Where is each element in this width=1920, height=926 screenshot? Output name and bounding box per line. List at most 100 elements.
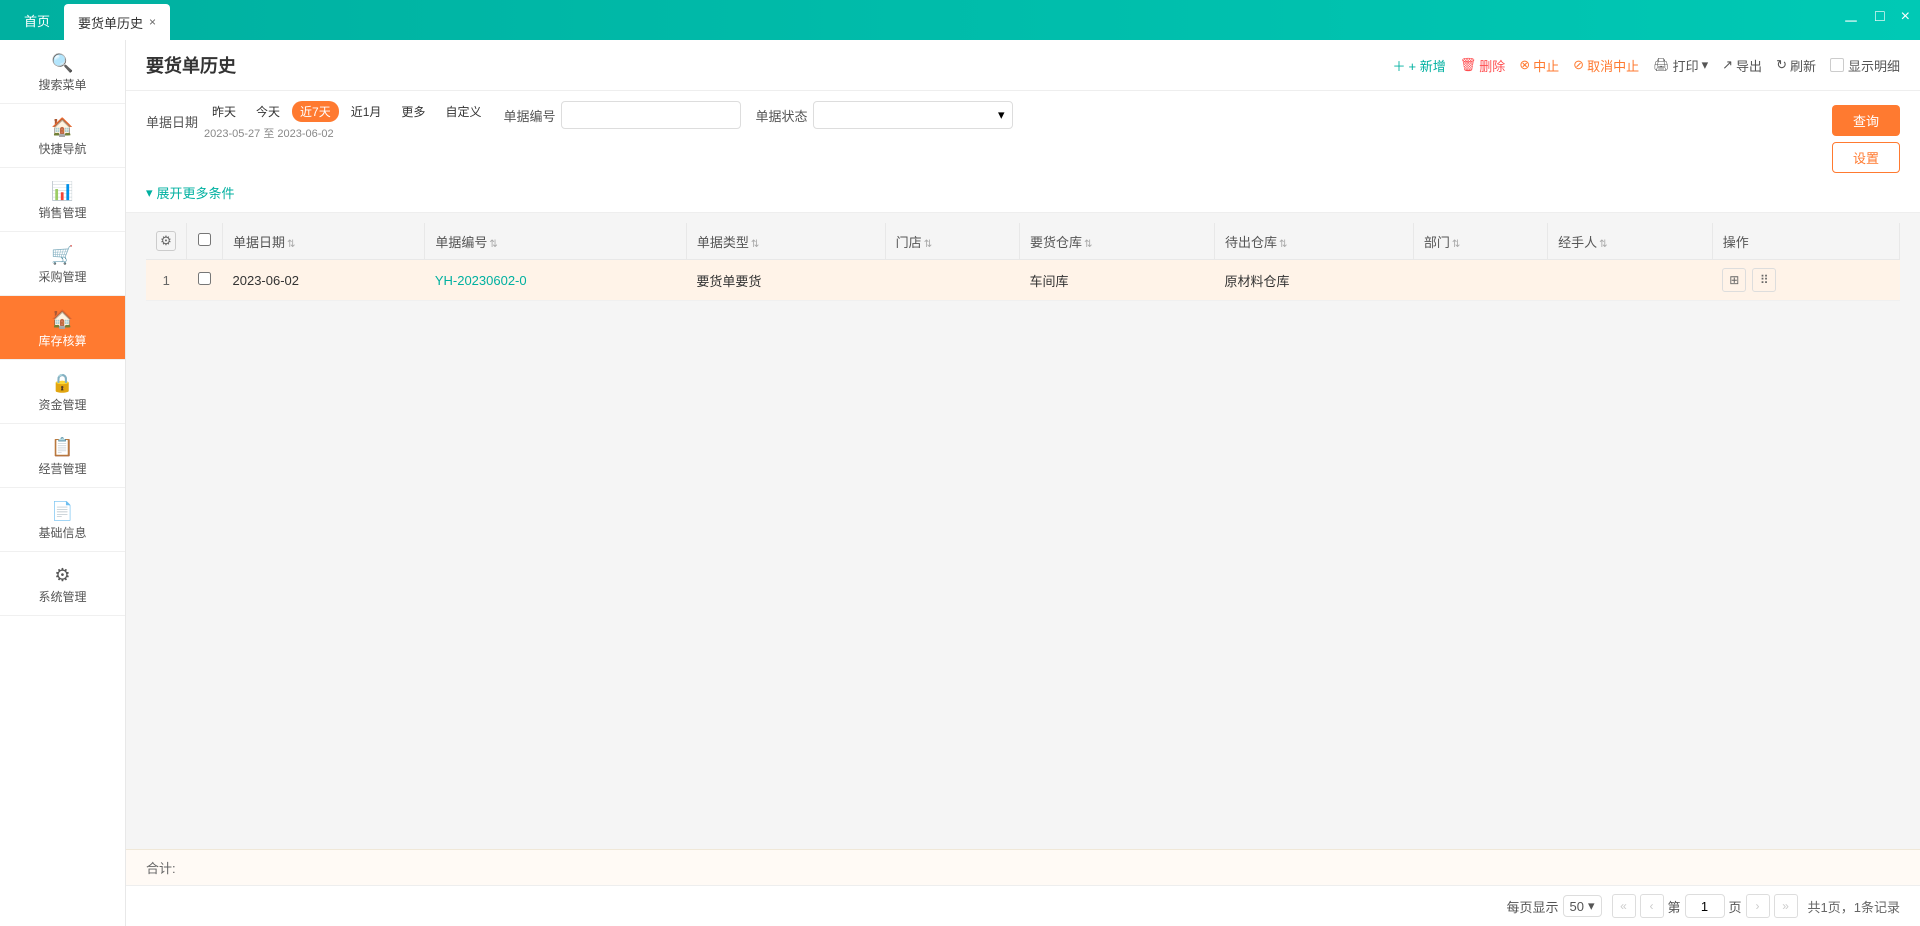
purchase-icon: 🛒 [51, 246, 73, 264]
print-icon: 🖨 [1653, 57, 1670, 73]
sidebar-item-label: 销售管理 [38, 204, 86, 221]
prev-page-button[interactable]: ‹ [1640, 894, 1664, 918]
sales-icon: 📊 [51, 182, 73, 200]
sidebar-item-finance[interactable]: 🔒 资金管理 [0, 360, 125, 424]
sidebar-item-label: 快捷导航 [38, 140, 86, 157]
maximize-button[interactable]: □ [1875, 8, 1885, 32]
tab-requisition-history[interactable]: 要货单历史 × [64, 4, 170, 40]
pill-yesterday[interactable]: 昨天 [204, 101, 244, 122]
status-select[interactable]: ▾ [813, 101, 1013, 129]
next-page-button[interactable]: › [1746, 894, 1770, 918]
page-title: 要货单历史 [146, 52, 236, 78]
minimize-button[interactable]: － [1843, 8, 1859, 32]
sidebar-item-label: 基础信息 [38, 524, 86, 541]
bill-number-link[interactable]: YH-20230602-0 [435, 273, 527, 288]
page-title-row: 要货单历史 ＋ + 新增 🗑 删除 ⊗ 中止 ⊘ [146, 52, 1900, 78]
sidebar-item-basic-info[interactable]: 📄 基础信息 [0, 488, 125, 552]
req-warehouse-col-header[interactable]: 要货仓库⇅ [1019, 223, 1214, 260]
refresh-button[interactable]: ↻ 刷新 [1776, 56, 1816, 75]
per-page-label: 每页显示 [1506, 897, 1558, 916]
page-size-select: 每页显示 50 ▾ [1506, 895, 1601, 917]
system-icon: ⚙ [54, 566, 70, 584]
filter-area: 单据日期 昨天 今天 近7天 近1月 更多 自定义 2023-05-27 至 2… [126, 91, 1920, 213]
sidebar-item-purchase[interactable]: 🛒 采购管理 [0, 232, 125, 296]
sidebar-item-inventory[interactable]: 🏠 库存核算 [0, 296, 125, 360]
pending-warehouse-col-header[interactable]: 待出仓库⇅ [1215, 223, 1414, 260]
print-button[interactable]: 🖨 打印 ▾ [1653, 56, 1708, 75]
first-page-button[interactable]: « [1612, 894, 1636, 918]
cancel-icon: ⊘ [1573, 57, 1584, 73]
pill-more[interactable]: 更多 [393, 101, 433, 122]
view-icon[interactable]: ⊞ [1722, 268, 1746, 292]
row-bill-number: YH-20230602-0 [425, 260, 687, 301]
delete-button[interactable]: 🗑 删除 [1460, 56, 1506, 75]
search-menu-icon: 🔍 [51, 54, 73, 72]
add-button[interactable]: ＋ + 新增 [1392, 56, 1445, 75]
stop-icon: ⊗ [1519, 57, 1530, 73]
filter-fields: 单据日期 昨天 今天 近7天 近1月 更多 自定义 2023-05-27 至 2… [146, 101, 1812, 141]
cancel-stop-button[interactable]: ⊘ 取消中止 [1573, 56, 1639, 75]
sidebar-item-label: 经营管理 [38, 460, 86, 477]
row-pending-warehouse: 原材料仓库 [1215, 260, 1414, 301]
sidebar-item-system[interactable]: ⚙ 系统管理 [0, 552, 125, 616]
page-size-value: 50 [1570, 899, 1584, 914]
sidebar-item-search-menu[interactable]: 🔍 搜索菜单 [0, 40, 125, 104]
tab-home[interactable]: 首页 [10, 0, 64, 40]
sidebar-item-label: 库存核算 [38, 332, 86, 349]
print-dropdown-icon: ▾ [1702, 57, 1709, 73]
sort-icon: ⇅ [489, 239, 497, 250]
page-number-input[interactable] [1685, 894, 1725, 918]
expand-more[interactable]: ▾ 展开更多条件 [126, 177, 1920, 212]
settings-col-header: ⚙ [146, 223, 187, 260]
sort-icon: ⇅ [1084, 239, 1092, 250]
bill-type-col-header[interactable]: 单据类型⇅ [686, 223, 885, 260]
pill-7days[interactable]: 近7天 [292, 101, 339, 122]
bill-number-col-header[interactable]: 单据编号⇅ [425, 223, 687, 260]
column-settings-icon[interactable]: ⚙ [156, 231, 176, 251]
date-filter-label: 单据日期 [146, 112, 198, 131]
inventory-icon: 🏠 [51, 310, 73, 328]
close-button[interactable]: × [1901, 8, 1910, 32]
total-records: 共1页，1条记录 [1808, 897, 1900, 916]
handler-col-header[interactable]: 经手人⇅ [1548, 223, 1713, 260]
row-department [1413, 260, 1547, 301]
last-page-button[interactable]: » [1774, 894, 1798, 918]
more-icon[interactable]: ⠿ [1752, 268, 1776, 292]
table-header-row: ⚙ 单据日期⇅ 单据编号⇅ 单据类型⇅ [146, 223, 1900, 260]
bill-number-input[interactable] [561, 101, 741, 129]
pill-1month[interactable]: 近1月 [343, 101, 390, 122]
pagination-bar: 每页显示 50 ▾ « ‹ 第 页 › » 共1页，1条记录 [126, 885, 1920, 926]
chevron-down-icon: ▾ [146, 185, 153, 201]
row-operations: ⊞ ⠿ [1712, 260, 1899, 301]
settings-button[interactable]: 设置 [1832, 142, 1900, 173]
stop-button[interactable]: ⊗ 中止 [1519, 56, 1559, 75]
bill-number-filter: 单据编号 [503, 101, 741, 129]
page-header: 要货单历史 ＋ + 新增 🗑 删除 ⊗ 中止 ⊘ [126, 40, 1920, 91]
select-all-checkbox[interactable] [198, 233, 211, 246]
home-icon: 🏠 [51, 118, 73, 136]
store-col-header[interactable]: 门店⇅ [885, 223, 1019, 260]
department-col-header[interactable]: 部门⇅ [1413, 223, 1547, 260]
table-row: 1 2023-06-02 YH-20230602-0 要货单要货 车间库 原材料… [146, 260, 1900, 301]
export-button[interactable]: ↗ 导出 [1722, 56, 1762, 75]
sidebar-item-sales[interactable]: 📊 销售管理 [0, 168, 125, 232]
row-checkbox[interactable] [198, 272, 211, 285]
page-size-dropdown[interactable]: 50 ▾ [1563, 895, 1602, 917]
window-controls: － □ × [1843, 8, 1910, 32]
sidebar: 🔍 搜索菜单 🏠 快捷导航 📊 销售管理 🛒 采购管理 🏠 库存核算 🔒 资金管… [0, 40, 126, 926]
date-pills: 昨天 今天 近7天 近1月 更多 自定义 [204, 101, 489, 122]
bill-date-col-header[interactable]: 单据日期⇅ [223, 223, 425, 260]
sidebar-item-operations[interactable]: 📋 经营管理 [0, 424, 125, 488]
pill-today[interactable]: 今天 [248, 101, 288, 122]
sort-icon: ⇅ [751, 239, 759, 250]
display-detail-toggle[interactable]: 显示明细 [1830, 56, 1900, 75]
sidebar-item-quick-nav[interactable]: 🏠 快捷导航 [0, 104, 125, 168]
close-tab-icon[interactable]: × [149, 15, 156, 29]
query-button[interactable]: 查询 [1832, 105, 1900, 136]
operation-icons: ⊞ ⠿ [1722, 268, 1889, 292]
display-detail-checkbox[interactable] [1830, 58, 1844, 72]
pill-custom[interactable]: 自定义 [437, 101, 489, 122]
date-filter-group: 昨天 今天 近7天 近1月 更多 自定义 2023-05-27 至 2023-0… [204, 101, 489, 141]
row-bill-date: 2023-06-02 [223, 260, 425, 301]
page-navigation: « ‹ 第 页 › » [1612, 894, 1798, 918]
